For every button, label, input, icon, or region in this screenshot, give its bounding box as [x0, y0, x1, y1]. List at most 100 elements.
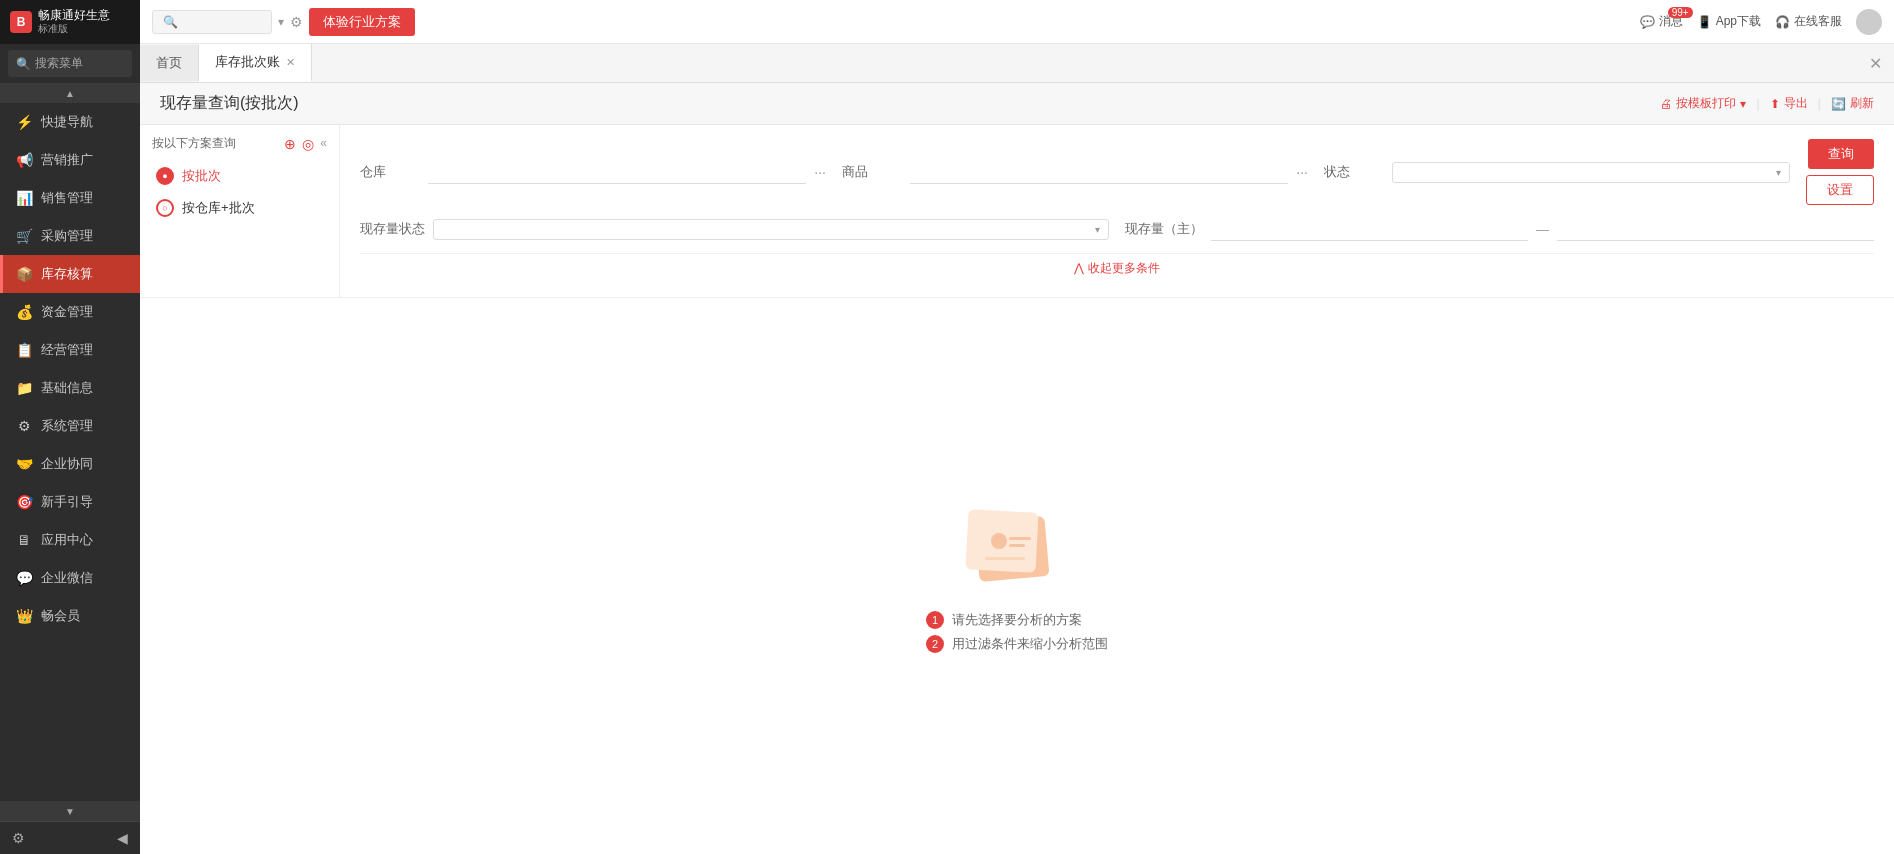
messages-btn[interactable]: 💬 消息 99+ [1640, 13, 1683, 30]
user-avatar[interactable] [1856, 9, 1882, 35]
status-select[interactable]: ▾ [1392, 162, 1790, 183]
footer-gear-btn[interactable]: ⚙ [12, 830, 25, 846]
add-scheme-icon[interactable]: ⊕ [284, 136, 296, 152]
stock-qty-from-input[interactable] [1211, 217, 1528, 241]
sidebar-item-label: 销售管理 [41, 189, 93, 207]
collapse-more-btn[interactable]: ⋀ 收起更多条件 [360, 253, 1874, 283]
filter-field-status: 状态 ▾ [1324, 162, 1790, 183]
sidebar-item-purchase[interactable]: 🛒 采购管理 [0, 217, 140, 255]
scheme-label-warehouse-batch: 按仓库+批次 [182, 199, 255, 217]
step-num-2: 2 [926, 635, 944, 653]
sidebar-item-inventory[interactable]: 📦 库存核算 [0, 255, 140, 293]
basic-icon: 📁 [15, 379, 33, 397]
filter-field-warehouse: 仓库 ··· [360, 160, 826, 184]
online-service-label: 在线客服 [1794, 13, 1842, 30]
tab-home[interactable]: 首页 [140, 45, 199, 81]
status-label: 状态 [1324, 163, 1384, 181]
stock-status-select[interactable]: ▾ [433, 219, 1109, 240]
filter-field-goods: 商品 ··· [842, 160, 1308, 184]
goods-input[interactable] [910, 160, 1288, 184]
collapse-scheme-icon[interactable]: « [320, 136, 327, 152]
scheme-item-warehouse-batch[interactable]: ○ 按仓库+批次 [140, 192, 339, 224]
sidebar-nav: ⚡ 快捷导航 📢 营销推广 📊 销售管理 🛒 采购管理 📦 库存核算 💰 资金管… [0, 103, 140, 801]
filter-field-stock-status: 现存量状态 ▾ [360, 219, 1109, 240]
collapse-more-label: 收起更多条件 [1088, 261, 1160, 275]
filter-panel: 按以下方案查询 ⊕ ◎ « ● 按批次 ○ 按仓库+批次 [140, 125, 1894, 298]
message-icon: 💬 [1640, 15, 1655, 29]
tab-close-icon[interactable]: ✕ [286, 56, 295, 69]
action-sep-2: | [1818, 96, 1821, 111]
svg-rect-5 [985, 557, 1025, 560]
collab-icon: 🤝 [15, 455, 33, 473]
sidebar-item-wechat[interactable]: 💬 企业微信 [0, 559, 140, 597]
query-button[interactable]: 查询 [1808, 139, 1874, 169]
export-icon: ⬆ [1770, 97, 1780, 111]
app-edition: 标准版 [38, 22, 110, 36]
scroll-up-btn[interactable]: ▲ [0, 83, 140, 103]
export-btn[interactable]: ⬆ 导出 [1770, 95, 1808, 112]
topbar-gear-icon[interactable]: ⚙ [290, 14, 303, 30]
trial-btn[interactable]: 体验行业方案 [309, 8, 415, 36]
app-download-btn[interactable]: 📱 App下载 [1697, 13, 1761, 30]
print-btn[interactable]: 🖨 按模板打印 ▾ [1660, 95, 1746, 112]
sidebar-item-appcenter[interactable]: 🖥 应用中心 [0, 521, 140, 559]
sidebar-item-finance[interactable]: 💰 资金管理 [0, 293, 140, 331]
settings-button[interactable]: 设置 [1806, 175, 1874, 205]
action-buttons-col: 查询 设置 [1806, 139, 1874, 205]
sidebar-search[interactable]: 🔍 搜索菜单 [8, 50, 132, 77]
warehouse-input[interactable] [428, 160, 806, 184]
online-service-btn[interactable]: 🎧 在线客服 [1775, 13, 1842, 30]
empty-illustration [957, 499, 1077, 599]
stock-qty-dash: — [1536, 222, 1549, 237]
global-search-box[interactable]: 🔍 [152, 10, 272, 34]
sidebar-item-label: 企业微信 [41, 569, 93, 587]
sidebar-item-collab[interactable]: 🤝 企业协同 [0, 445, 140, 483]
sidebar-item-sales[interactable]: 📊 销售管理 [0, 179, 140, 217]
page-header: 现存量查询(按批次) 🖨 按模板打印 ▾ | ⬆ 导出 | 🔄 刷新 [140, 83, 1894, 125]
sidebar-item-guide[interactable]: 🎯 新手引导 [0, 483, 140, 521]
sales-icon: 📊 [15, 189, 33, 207]
warehouse-label: 仓库 [360, 163, 420, 181]
tabs-bar: 首页 库存批次账 ✕ ✕ [140, 44, 1894, 83]
sidebar-header: B 畅康通好生意 标准版 [0, 0, 140, 44]
search-chevron-icon[interactable]: ▾ [278, 15, 284, 29]
member-icon: 👑 [15, 607, 33, 625]
scheme-icon-batch: ● [156, 167, 174, 185]
refresh-btn[interactable]: 🔄 刷新 [1831, 95, 1874, 112]
empty-steps: 1 请先选择要分析的方案 2 用过滤条件来缩小分析范围 [926, 611, 1108, 653]
goods-label: 商品 [842, 163, 902, 181]
quicknav-icon: ⚡ [15, 113, 33, 131]
app-name: 畅康通好生意 [38, 8, 110, 22]
filter-scheme-panel: 按以下方案查询 ⊕ ◎ « ● 按批次 ○ 按仓库+批次 [140, 125, 340, 297]
sidebar-item-label: 应用中心 [41, 531, 93, 549]
refresh-label: 刷新 [1850, 95, 1874, 112]
tab-inventory-batch-label: 库存批次账 [215, 53, 280, 71]
scroll-down-btn[interactable]: ▼ [0, 801, 140, 821]
scheme-item-batch[interactable]: ● 按批次 [140, 160, 339, 192]
warehouse-dots[interactable]: ··· [814, 164, 826, 180]
goods-dots[interactable]: ··· [1296, 164, 1308, 180]
empty-state: 1 请先选择要分析的方案 2 用过滤条件来缩小分析范围 [140, 298, 1894, 854]
scheme-label-batch: 按批次 [182, 167, 221, 185]
tab-panel-close-btn[interactable]: ✕ [1857, 54, 1894, 73]
sidebar-item-basic[interactable]: 📁 基础信息 [0, 369, 140, 407]
sidebar-item-quicknav[interactable]: ⚡ 快捷导航 [0, 103, 140, 141]
sidebar-item-member[interactable]: 👑 畅会员 [0, 597, 140, 635]
sidebar-item-operations[interactable]: 📋 经营管理 [0, 331, 140, 369]
filter-scheme-icons: ⊕ ◎ « [284, 136, 327, 152]
footer-collapse-btn[interactable]: ◀ [117, 830, 128, 846]
filter-scheme-header: 按以下方案查询 ⊕ ◎ « [140, 135, 339, 160]
stock-qty-to-input[interactable] [1557, 217, 1874, 241]
tab-inventory-batch[interactable]: 库存批次账 ✕ [199, 44, 312, 82]
sidebar-item-label: 快捷导航 [41, 113, 93, 131]
sidebar-item-marketing[interactable]: 📢 营销推广 [0, 141, 140, 179]
scheme-icon-warehouse-batch: ○ [156, 199, 174, 217]
scheme-settings-icon[interactable]: ◎ [302, 136, 314, 152]
stock-qty-label: 现存量（主） [1125, 220, 1203, 238]
collapse-up-icon: ⋀ [1074, 261, 1084, 275]
app-logo: B [10, 11, 32, 33]
step-num-1: 1 [926, 611, 944, 629]
content-area: 现存量查询(按批次) 🖨 按模板打印 ▾ | ⬆ 导出 | 🔄 刷新 [140, 83, 1894, 854]
empty-step-1: 1 请先选择要分析的方案 [926, 611, 1108, 629]
sidebar-item-system[interactable]: ⚙ 系统管理 [0, 407, 140, 445]
